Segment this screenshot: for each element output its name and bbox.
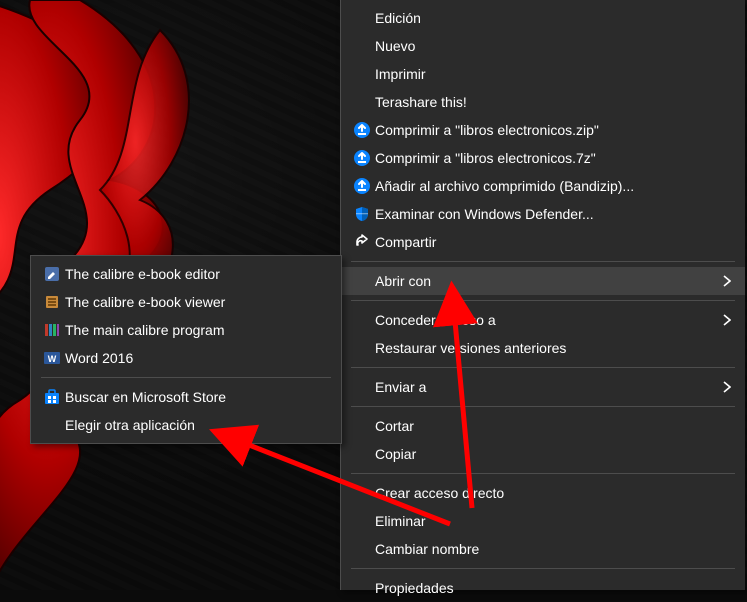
menu-item-label: Elegir otra aplicación [65,417,311,433]
menu-item-label: The calibre e-book editor [65,266,311,282]
menu-item-cambiar-nombre[interactable]: Cambiar nombre [341,535,745,563]
menu-item-label: Imprimir [375,66,715,82]
menu-item-comprimir-a-libros-electronicos-zip[interactable]: Comprimir a "libros electronicos.zip" [341,116,745,144]
chevron-right-icon [715,314,731,326]
menu-item-label: Comprimir a "libros electronicos.zip" [375,122,715,138]
menu-item-cortar[interactable]: Cortar [341,412,745,440]
menu-item-label: Compartir [375,234,715,250]
menu-item-eliminar[interactable]: Eliminar [341,507,745,535]
chevron-right-icon [715,275,731,287]
menu-separator [351,261,735,262]
menu-item-label: The main calibre program [65,322,311,338]
menu-item-label: Word 2016 [65,350,311,366]
menu-item-abrir-con[interactable]: Abrir con [341,267,745,295]
menu-item-edicion[interactable]: Edición [341,4,745,32]
menu-item-label: Eliminar [375,513,715,529]
menu-item-copiar[interactable]: Copiar [341,440,745,468]
menu-separator [351,568,735,569]
menu-item-label: Cortar [375,418,715,434]
menu-item-examinar-con-windows-defender[interactable]: Examinar con Windows Defender... [341,200,745,228]
ms-store-icon [39,389,65,405]
menu-item-label: Edición [375,10,715,26]
compress-blue-icon [349,150,375,166]
compress-blue-icon [349,122,375,138]
word-icon: W [39,350,65,366]
menu-item-label: Terashare this! [375,94,715,110]
menu-item-label: Comprimir a "libros electronicos.7z" [375,150,715,166]
menu-item-label: Examinar con Windows Defender... [375,206,715,222]
defender-shield-icon [349,206,375,222]
menu-separator [351,406,735,407]
menu-item-label: Añadir al archivo comprimido (Bandizip).… [375,178,715,194]
open-with-submenu[interactable]: The calibre e-book editor The calibre e-b… [30,255,342,444]
desktop-context-menu[interactable]: Edición Nuevo Imprimir Terashare this! Compr… [340,0,745,590]
menu-item-label: Crear acceso directo [375,485,715,501]
menu-item-label: Copiar [375,446,715,462]
menu-separator [351,300,735,301]
menu-item-propiedades[interactable]: Propiedades [341,574,745,602]
menu-item-compartir[interactable]: Compartir [341,228,745,256]
menu-item-label: Nuevo [375,38,715,54]
menu-item-the-calibre-e-book-editor[interactable]: The calibre e-book editor [31,260,341,288]
menu-item-restaurar-versiones-anteriores[interactable]: Restaurar versiones anteriores [341,334,745,362]
calibre-editor-icon [39,266,65,282]
menu-item-terashare-this[interactable]: Terashare this! [341,88,745,116]
menu-item-nuevo[interactable]: Nuevo [341,32,745,60]
menu-item-word-2016[interactable]: W Word 2016 [31,344,341,372]
menu-item-label: Abrir con [375,273,715,289]
chevron-right-icon [715,381,731,393]
menu-item-label: Propiedades [375,580,715,596]
menu-item-imprimir[interactable]: Imprimir [341,60,745,88]
menu-separator [351,367,735,368]
menu-item-elegir-otra-aplicacion[interactable]: Elegir otra aplicación [31,411,341,439]
svg-text:W: W [48,354,57,364]
menu-item-conceder-acceso-a[interactable]: Conceder acceso a [341,306,745,334]
share-icon [349,234,375,250]
menu-item-enviar-a[interactable]: Enviar a [341,373,745,401]
calibre-main-icon [39,322,65,338]
menu-item-label: Cambiar nombre [375,541,715,557]
menu-item-the-main-calibre-program[interactable]: The main calibre program [31,316,341,344]
menu-separator [41,377,331,378]
menu-item-label: Restaurar versiones anteriores [375,340,715,356]
menu-separator [351,473,735,474]
calibre-viewer-icon [39,294,65,310]
menu-item-label: Conceder acceso a [375,312,715,328]
compress-blue-icon [349,178,375,194]
menu-item-the-calibre-e-book-viewer[interactable]: The calibre e-book viewer [31,288,341,316]
menu-item-crear-acceso-directo[interactable]: Crear acceso directo [341,479,745,507]
menu-item-label: Buscar en Microsoft Store [65,389,311,405]
menu-item-label: The calibre e-book viewer [65,294,311,310]
menu-item-label: Enviar a [375,379,715,395]
menu-item-buscar-en-microsoft-store[interactable]: Buscar en Microsoft Store [31,383,341,411]
menu-item-comprimir-a-libros-electronicos-7z[interactable]: Comprimir a "libros electronicos.7z" [341,144,745,172]
menu-item-anadir-al-archivo-comprimido-bandizip[interactable]: Añadir al archivo comprimido (Bandizip).… [341,172,745,200]
